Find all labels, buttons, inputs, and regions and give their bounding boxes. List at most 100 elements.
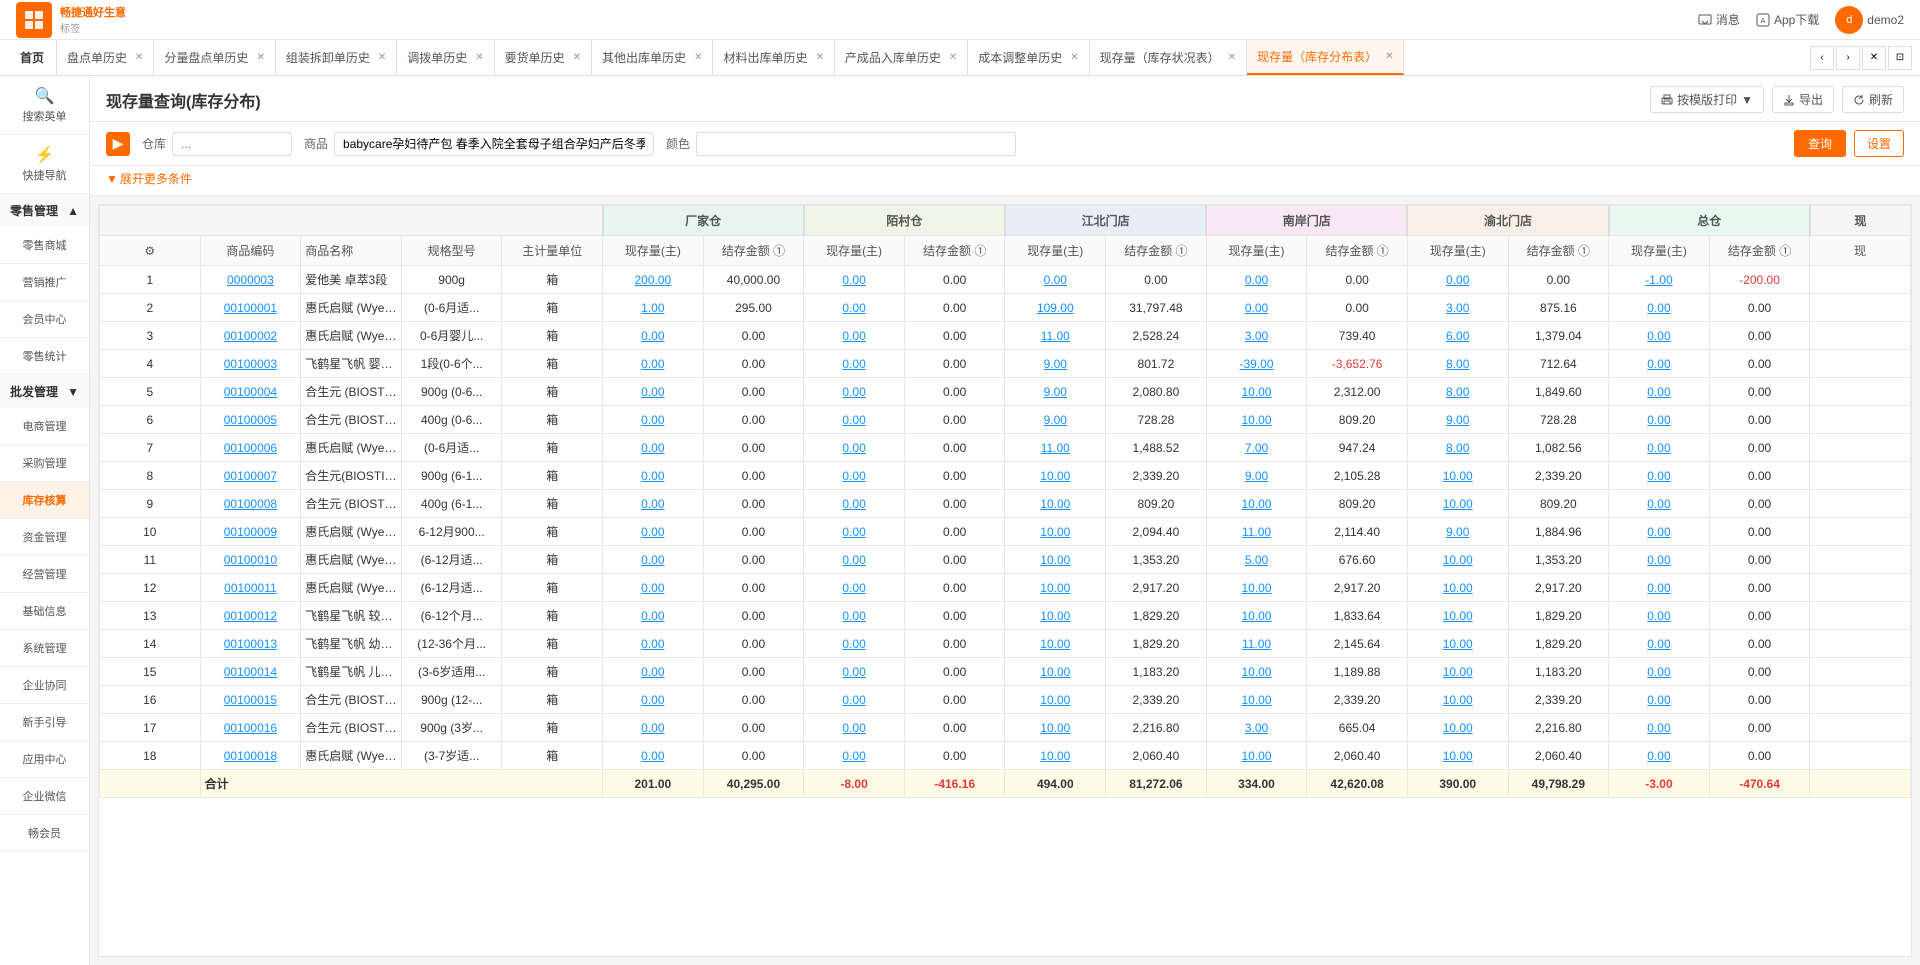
tab-other-out[interactable]: 其他出库单历史 ✕ [592,40,713,75]
cell-nanan-qty[interactable]: 10.00 [1206,742,1307,770]
cell-factory-qty[interactable]: 0.00 [603,462,704,490]
warehouse-input[interactable] [172,132,292,156]
cell-mocun-qty[interactable]: 0.00 [804,294,905,322]
cell-jiangbei-qty[interactable]: 10.00 [1005,462,1106,490]
sidebar-item-system[interactable]: 系统管理 [0,630,89,667]
cell-jiangbei-qty[interactable]: 10.00 [1005,686,1106,714]
cell-yubei-qty[interactable]: 8.00 [1407,350,1508,378]
cell-nanan-qty[interactable]: 0.00 [1206,266,1307,294]
cell-jiangbei-qty[interactable]: 9.00 [1005,378,1106,406]
cell-yubei-qty[interactable]: 10.00 [1407,686,1508,714]
cell-factory-qty[interactable]: 0.00 [603,686,704,714]
sidebar-item-wechat[interactable]: 企业微信 [0,778,89,815]
cell-total-qty[interactable]: 0.00 [1609,378,1710,406]
sidebar-item-basic[interactable]: 基础信息 [0,593,89,630]
cell-factory-qty[interactable]: 0.00 [603,350,704,378]
cell-total-qty[interactable]: -1.00 [1609,266,1710,294]
query-btn[interactable]: 查询 [1794,130,1846,157]
print-btn[interactable]: 按模版打印 ▼ [1650,86,1764,113]
tab-group-fold[interactable]: 组装拆卸单历史 ✕ [276,40,397,75]
cell-jiangbei-qty[interactable]: 109.00 [1005,294,1106,322]
cell-code[interactable]: 00100008 [200,490,301,518]
cell-jiangbei-qty[interactable]: 11.00 [1005,434,1106,462]
cell-jiangbei-qty[interactable]: 10.00 [1005,546,1106,574]
cell-mocun-qty[interactable]: 0.00 [804,490,905,518]
tab-requisition[interactable]: 要货单历史 ✕ [495,40,592,75]
cell-code[interactable]: 00100016 [200,714,301,742]
cell-nanan-qty[interactable]: -39.00 [1206,350,1307,378]
cell-yubei-qty[interactable]: 9.00 [1407,406,1508,434]
cell-factory-qty[interactable]: 0.00 [603,658,704,686]
cell-nanan-qty[interactable]: 10.00 [1206,602,1307,630]
cell-code[interactable]: 00100005 [200,406,301,434]
cell-yubei-qty[interactable]: 10.00 [1407,574,1508,602]
cell-total-qty[interactable]: 0.00 [1609,434,1710,462]
cell-mocun-qty[interactable]: 0.00 [804,714,905,742]
cell-code[interactable]: 00100010 [200,546,301,574]
cell-yubei-qty[interactable]: 10.00 [1407,658,1508,686]
cell-total-qty[interactable]: 0.00 [1609,322,1710,350]
cell-mocun-qty[interactable]: 0.00 [804,266,905,294]
cell-factory-qty[interactable]: 0.00 [603,574,704,602]
cell-mocun-qty[interactable]: 0.00 [804,378,905,406]
sidebar-item-membership[interactable]: 畅会员 [0,815,89,852]
cell-mocun-qty[interactable]: 0.00 [804,434,905,462]
cell-nanan-qty[interactable]: 9.00 [1206,462,1307,490]
cell-nanan-qty[interactable]: 10.00 [1206,574,1307,602]
expand-filter-btn[interactable]: ▼ 展开更多条件 [106,170,1904,187]
cell-factory-qty[interactable]: 0.00 [603,602,704,630]
tab-cost-adjust[interactable]: 成本调整单历史 ✕ [968,40,1089,75]
sidebar-item-retail[interactable]: 零售管理▲ [0,194,89,227]
export-btn[interactable]: 导出 [1772,86,1834,113]
sidebar-item-retail-store[interactable]: 零售商城 [0,227,89,264]
sidebar-item-quick[interactable]: ⚡ 快捷导航 [0,135,89,194]
color-input[interactable] [696,132,1016,156]
sidebar-item-apps[interactable]: 应用中心 [0,741,89,778]
cell-code[interactable]: 00100001 [200,294,301,322]
table-container[interactable]: 厂家仓 陌村仓 江北门店 南岸门店 渝北门店 总仓 现 ⚙ 商品编码 商品名称 … [98,204,1912,957]
tab-stock-status[interactable]: 现存量（库存状况表） ✕ [1090,40,1247,75]
cell-total-qty[interactable]: 0.00 [1609,490,1710,518]
sidebar-item-marketing[interactable]: 营销推广 [0,264,89,301]
cell-factory-qty[interactable]: 0.00 [603,322,704,350]
cell-factory-qty[interactable]: 0.00 [603,742,704,770]
cell-code[interactable]: 00100007 [200,462,301,490]
cell-yubei-qty[interactable]: 0.00 [1407,266,1508,294]
cell-code[interactable]: 00100002 [200,322,301,350]
cell-nanan-qty[interactable]: 5.00 [1206,546,1307,574]
cell-factory-qty[interactable]: 0.00 [603,518,704,546]
cell-total-qty[interactable]: 0.00 [1609,714,1710,742]
cell-nanan-qty[interactable]: 3.00 [1206,714,1307,742]
tab-expand-btn[interactable]: ⊡ [1888,46,1912,70]
cell-yubei-qty[interactable]: 9.00 [1407,518,1508,546]
cell-yubei-qty[interactable]: 10.00 [1407,714,1508,742]
cell-total-qty[interactable]: 0.00 [1609,658,1710,686]
tab-product-in[interactable]: 产成品入库单历史 ✕ [835,40,968,75]
sidebar-item-ecommerce[interactable]: 电商管理 [0,408,89,445]
cell-jiangbei-qty[interactable]: 10.00 [1005,518,1106,546]
cell-total-qty[interactable]: 0.00 [1609,350,1710,378]
cell-jiangbei-qty[interactable]: 0.00 [1005,266,1106,294]
cell-nanan-qty[interactable]: 10.00 [1206,378,1307,406]
cell-factory-qty[interactable]: 0.00 [603,714,704,742]
cell-mocun-qty[interactable]: 0.00 [804,602,905,630]
cell-jiangbei-qty[interactable]: 11.00 [1005,322,1106,350]
cell-jiangbei-qty[interactable]: 10.00 [1005,490,1106,518]
user-avatar[interactable]: d demo2 [1835,6,1904,34]
cell-code[interactable]: 00100012 [200,602,301,630]
cell-yubei-qty[interactable]: 10.00 [1407,490,1508,518]
tab-close-btn[interactable]: ✕ [1862,46,1886,70]
cell-jiangbei-qty[interactable]: 10.00 [1005,714,1106,742]
cell-factory-qty[interactable]: 0.00 [603,546,704,574]
cell-jiangbei-qty[interactable]: 10.00 [1005,658,1106,686]
cell-nanan-qty[interactable]: 10.00 [1206,490,1307,518]
cell-nanan-qty[interactable]: 11.00 [1206,630,1307,658]
sidebar-item-search[interactable]: 🔍 搜索英单 [0,76,89,135]
sidebar-item-retail-stats[interactable]: 零售统计 [0,338,89,375]
cell-mocun-qty[interactable]: 0.00 [804,406,905,434]
cell-mocun-qty[interactable]: 0.00 [804,350,905,378]
tab-prev-btn[interactable]: ‹ [1810,46,1834,70]
cell-code[interactable]: 0000003 [200,266,301,294]
cell-factory-qty[interactable]: 0.00 [603,406,704,434]
cell-jiangbei-qty[interactable]: 9.00 [1005,406,1106,434]
